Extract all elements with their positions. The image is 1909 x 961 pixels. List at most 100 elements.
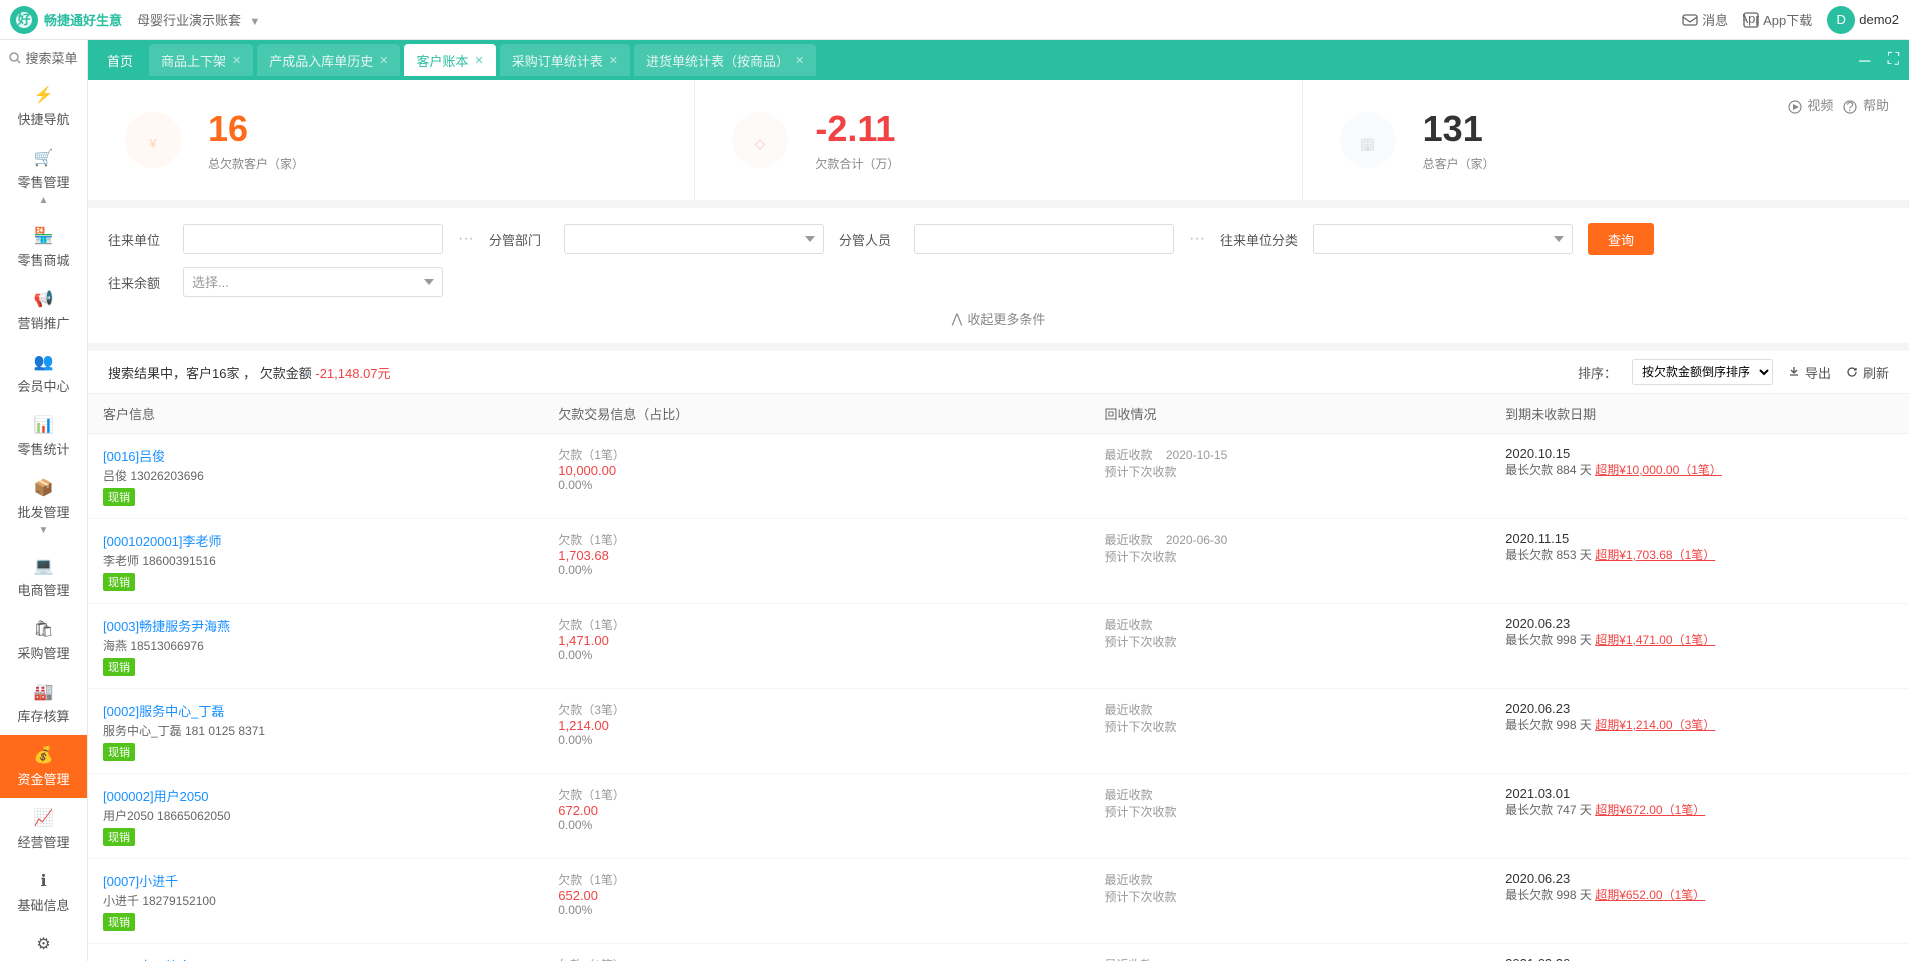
app-download-btn[interactable]: App App下载	[1743, 10, 1812, 29]
customer-name-link[interactable]: [0001020001]李老师	[103, 534, 222, 549]
overdue-days: 最长欠款 853 天 超期¥1,703.68（1笔）	[1505, 546, 1894, 563]
cell-due-3: 2020.06.23 最长欠款 998 天 超期¥1,214.00（3笔）	[1490, 689, 1909, 774]
tab-close-product-history[interactable]: ✕	[379, 54, 388, 67]
source-unit-input[interactable]	[183, 224, 443, 254]
tab-maximize-btn[interactable]: ⛶	[1883, 51, 1904, 69]
tab-home[interactable]: 首页	[95, 44, 145, 76]
svg-text:🏢: 🏢	[1360, 136, 1376, 151]
sidebar-item-basic-info[interactable]: ℹ 基础信息	[0, 861, 87, 924]
sidebar-search[interactable]: 搜索菜单	[0, 40, 87, 75]
query-btn[interactable]: 查询	[1588, 223, 1654, 255]
tab-close-product-offline[interactable]: ✕	[232, 54, 241, 67]
tab-product-history[interactable]: 产成品入库单历史 ✕	[257, 44, 400, 76]
cell-due-0: 2020.10.15 最长欠款 884 天 超期¥10,000.00（1笔）	[1490, 434, 1909, 519]
sidebar-item-quick-nav[interactable]: ⚡ 快捷导航	[0, 75, 87, 138]
person-dots[interactable]: ···	[1189, 230, 1205, 248]
source-unit-dots[interactable]: ···	[458, 230, 474, 248]
last-collect: 最近收款	[1105, 786, 1476, 803]
due-date: 2020.10.15	[1505, 446, 1894, 461]
tab-product-offline[interactable]: 商品上下架 ✕	[149, 44, 253, 76]
overdue-link[interactable]: 超期¥652.00（1笔）	[1595, 888, 1705, 902]
overdue-link[interactable]: 超期¥672.00（1笔）	[1595, 803, 1705, 817]
view-video-btn[interactable]: 视频	[1788, 95, 1834, 114]
overdue-link[interactable]: 超期¥1,214.00（3笔）	[1595, 718, 1715, 732]
sidebar-item-finance[interactable]: 💰 资金管理	[0, 735, 87, 798]
cell-collect-6: 最近收款 预计下次收款	[1090, 944, 1491, 961]
customer-name-link[interactable]: [000002]用户2050	[103, 789, 209, 804]
account-selector[interactable]: 母婴行业演示账套 ▼	[137, 10, 260, 29]
inventory-icon: 🏭	[34, 682, 54, 702]
overdue-days: 最长欠款 998 天 超期¥1,471.00（1笔）	[1505, 631, 1894, 648]
col-collect-info: 回收情况	[1090, 394, 1491, 434]
unit-category-select[interactable]	[1313, 224, 1573, 254]
debt-pct: 0.00%	[558, 478, 1074, 492]
last-collect: 最近收款	[1105, 956, 1476, 961]
cell-collect-2: 最近收款 预计下次收款	[1090, 604, 1491, 689]
tab-close-inbound-stats[interactable]: ✕	[795, 54, 804, 67]
customer-phone: 吕俊 13026203696	[103, 467, 528, 484]
svg-text:¥: ¥	[148, 136, 157, 151]
customer-tag: 现销	[103, 828, 135, 846]
balance-select[interactable]: 选择...	[183, 267, 443, 297]
stat-overdue-amount: ◇ -2.11 欠款合计（万）	[695, 80, 1302, 200]
app-name: 畅捷通好生意	[44, 10, 122, 29]
tab-close-purchase-order[interactable]: ✕	[609, 54, 618, 67]
svg-text:◇: ◇	[755, 136, 765, 151]
customer-name-link[interactable]: [0007]小进千	[103, 874, 178, 889]
export-btn[interactable]: 导出	[1788, 363, 1831, 382]
person-input[interactable]	[914, 224, 1174, 254]
unit-category-label: 往来单位分类	[1220, 230, 1298, 249]
sidebar-item-ecommerce[interactable]: 💻 电商管理	[0, 546, 87, 609]
debt-pct: 0.00%	[558, 648, 1074, 662]
result-info: 搜索结果中，客户16家 ， 欠款金额 -21,148.07元	[108, 363, 391, 382]
customer-name-link[interactable]: [0003]畅捷服务尹海燕	[103, 619, 230, 634]
sidebar-item-retail-mgmt[interactable]: 🛒 零售管理 ▲	[0, 138, 87, 216]
refresh-btn[interactable]: 刷新	[1846, 363, 1889, 382]
chevron-up-icon: ⋀	[952, 311, 963, 327]
sidebar-item-batch-mgmt[interactable]: 📦 批发管理 ▼	[0, 468, 87, 546]
cell-debt-0: 欠款（1笔） 10,000.00 0.00%	[543, 434, 1089, 519]
sidebar-item-operation[interactable]: 📈 经营管理	[0, 798, 87, 861]
dept-select[interactable]	[564, 224, 824, 254]
sidebar-item-system[interactable]: ⚙ 系统管理	[0, 924, 87, 961]
overdue-link[interactable]: 超期¥1,703.68（1笔）	[1595, 548, 1715, 562]
result-actions: 排序： 按欠款金额倒序排序 导出 刷新	[1578, 359, 1889, 385]
cell-customer-2: [0003]畅捷服务尹海燕 海燕 18513066976 现销	[88, 604, 543, 689]
sort-label: 排序：	[1578, 363, 1617, 382]
overdue-link[interactable]: 超期¥10,000.00（1笔）	[1595, 463, 1722, 477]
user-avatar-btn[interactable]: D demo2	[1827, 6, 1899, 34]
tab-minimize-btn[interactable]: －	[1852, 48, 1878, 72]
debt-pct: 0.00%	[558, 818, 1074, 832]
next-collect: 预计下次收款	[1105, 463, 1476, 480]
customer-name-link[interactable]: [0016]吕俊	[103, 449, 165, 464]
collapse-filter-btn[interactable]: ⋀ 收起更多条件	[108, 309, 1889, 328]
message-btn[interactable]: 消息	[1682, 10, 1728, 29]
tab-inbound-stats[interactable]: 进货单统计表（按商品） ✕	[634, 44, 816, 76]
tab-close-customer-account[interactable]: ✕	[475, 54, 484, 67]
stat-overdue-label: 总欠款客户（家）	[208, 155, 304, 172]
sort-select[interactable]: 按欠款金额倒序排序	[1632, 359, 1773, 385]
cell-debt-1: 欠款（1笔） 1,703.68 0.00%	[543, 519, 1089, 604]
main-area: 搜索菜单 ⚡ 快捷导航 🛒 零售管理 ▲ 🏪 零售商城 📢 营销推广 👥	[0, 40, 1909, 961]
overdue-link[interactable]: 超期¥1,471.00（1笔）	[1595, 633, 1715, 647]
tab-purchase-order[interactable]: 采购订单统计表 ✕	[500, 44, 630, 76]
ecommerce-icon: 💻	[34, 556, 54, 576]
next-collect: 预计下次收款	[1105, 548, 1476, 565]
tab-customer-account[interactable]: 客户账本 ✕	[404, 44, 495, 76]
sidebar-item-purchase[interactable]: 🛍 采购管理	[0, 609, 87, 672]
overdue-days: 最长欠款 884 天 超期¥10,000.00（1笔）	[1505, 461, 1894, 478]
help-btn[interactable]: ? 帮助	[1843, 95, 1889, 114]
tab-bar: 首页 商品上下架 ✕ 产成品入库单历史 ✕ 客户账本 ✕ 采购订单统计表 ✕	[88, 40, 1909, 80]
sidebar-item-member-center[interactable]: 👥 会员中心	[0, 342, 87, 405]
stat-total-customers: 🏢 131 总客户（家） 视频	[1303, 80, 1909, 200]
sidebar-item-retail-store[interactable]: 🏪 零售商城	[0, 216, 87, 279]
customer-name-link[interactable]: [0002]服务中心_丁磊	[103, 704, 224, 719]
customer-phone: 用户2050 18665062050	[103, 807, 528, 824]
sidebar-item-inventory[interactable]: 🏭 库存核算	[0, 672, 87, 735]
sidebar-item-retail-stats[interactable]: 📊 零售统计	[0, 405, 87, 468]
debt-amount: 652.00	[558, 888, 1074, 903]
stat-amount-label: 欠款合计（万）	[815, 155, 899, 172]
debt-amount: 1,214.00	[558, 718, 1074, 733]
filter-row-2: 往来余额 选择...	[108, 267, 1889, 297]
sidebar-item-marketing[interactable]: 📢 营销推广	[0, 279, 87, 342]
